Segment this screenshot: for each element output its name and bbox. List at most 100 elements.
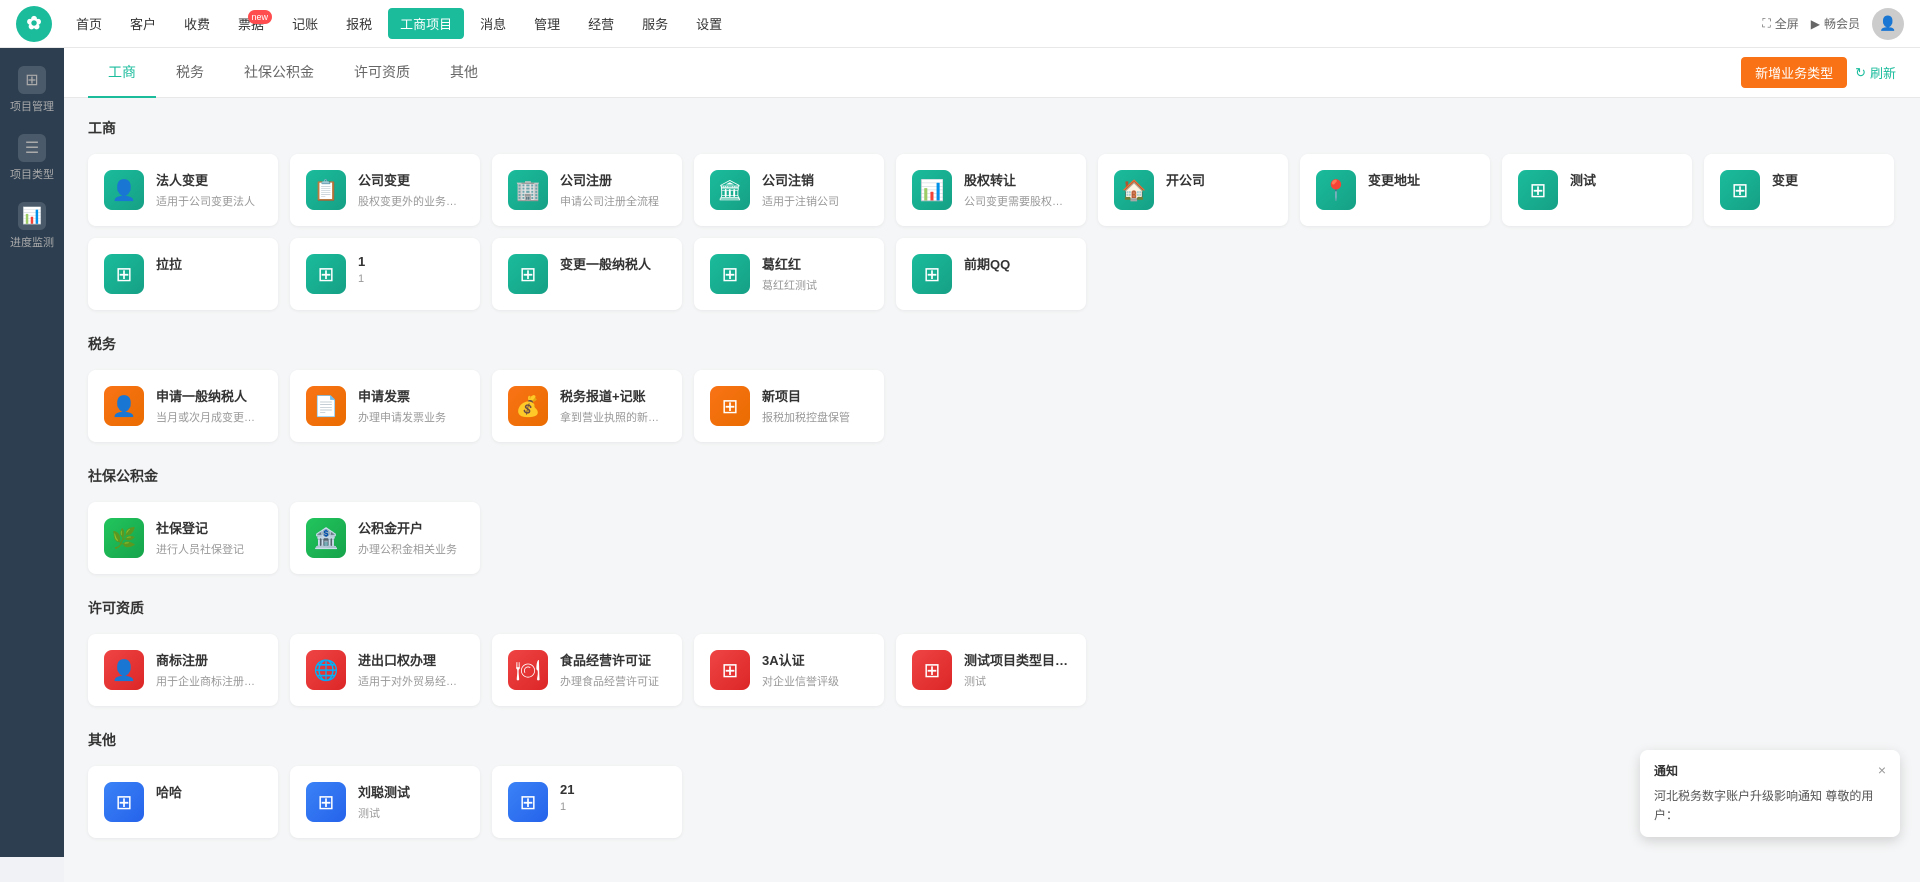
- card-测试项目类型目定义[interactable]: ⊞ 测试项目类型目定义 测试: [896, 634, 1086, 706]
- card-前期QQ[interactable]: ⊞ 前期QQ: [896, 238, 1086, 310]
- card-社保登记[interactable]: 🌿 社保登记 进行人员社保登记: [88, 502, 278, 574]
- cards-grid-shebao: 🌿 社保登记 进行人员社保登记 🏦 公积金开户 办理公积金相关业务: [88, 502, 1896, 574]
- card-desc: 用于企业商标注册服务: [156, 673, 262, 689]
- card-title: 商标注册: [156, 650, 262, 669]
- fullscreen-button[interactable]: ⛶ 全屏: [1762, 15, 1798, 32]
- card-申请发票[interactable]: 📄 申请发票 办理申请发票业务: [290, 370, 480, 442]
- card-1[interactable]: ⊞ 1 1: [290, 238, 480, 310]
- card-content: 商标注册 用于企业商标注册服务: [156, 650, 262, 689]
- card-content: 公积金开户 办理公积金相关业务: [358, 518, 464, 557]
- card-icon: 📋: [306, 170, 346, 210]
- section-title-qita: 其他: [88, 730, 1896, 750]
- nav-item-收费[interactable]: 收费: [172, 8, 222, 39]
- card-变更一般纳税人[interactable]: ⊞ 变更一般纳税人: [492, 238, 682, 310]
- card-申请一般纳税人[interactable]: 👤 申请一般纳税人 当月或次月成变更完成: [88, 370, 278, 442]
- new-type-button[interactable]: 新增业务类型: [1741, 57, 1847, 88]
- card-拉拉[interactable]: ⊞ 拉拉: [88, 238, 278, 310]
- card-content: 21 1: [560, 782, 666, 813]
- card-公司变更[interactable]: 📋 公司变更 股权变更外的业务变更: [290, 154, 480, 226]
- nav-item-记账[interactable]: 记账: [280, 8, 330, 39]
- card-desc: 测试: [358, 805, 464, 821]
- card-content: 前期QQ: [964, 254, 1070, 277]
- card-desc: 办理申请发票业务: [358, 409, 464, 425]
- nav-item-设置[interactable]: 设置: [684, 8, 734, 39]
- card-content: 1 1: [358, 254, 464, 285]
- card-icon: ⊞: [1720, 170, 1760, 210]
- card-进出口权办理[interactable]: 🌐 进出口权办理 适用于对外贸易经营者: [290, 634, 480, 706]
- sub-tab-其他[interactable]: 其他: [430, 48, 498, 98]
- card-content: 刘聪测试 测试: [358, 782, 464, 821]
- card-title: 葛红红: [762, 254, 868, 273]
- card-content: 拉拉: [156, 254, 262, 277]
- member-button[interactable]: ▶ 畅会员: [1811, 15, 1860, 32]
- card-新项目[interactable]: ⊞ 新项目 报税加税控盘保管: [694, 370, 884, 442]
- card-icon: 💰: [508, 386, 548, 426]
- card-title: 拉拉: [156, 254, 262, 273]
- nav-item-工商项目[interactable]: 工商项目: [388, 8, 464, 39]
- card-公司注销[interactable]: 🏛 公司注销 适用于注销公司: [694, 154, 884, 226]
- card-公积金开户[interactable]: 🏦 公积金开户 办理公积金相关业务: [290, 502, 480, 574]
- card-icon: 🌐: [306, 650, 346, 690]
- card-测试[interactable]: ⊞ 测试: [1502, 154, 1692, 226]
- card-title: 3A认证: [762, 650, 868, 669]
- sidebar-icon: 📊: [18, 202, 46, 230]
- sub-tab-工商[interactable]: 工商: [88, 48, 156, 98]
- nav-item-报税[interactable]: 报税: [334, 8, 384, 39]
- nav-item-管理[interactable]: 管理: [522, 8, 572, 39]
- card-商标注册[interactable]: 👤 商标注册 用于企业商标注册服务: [88, 634, 278, 706]
- card-哈哈[interactable]: ⊞ 哈哈: [88, 766, 278, 838]
- nav-item-客户[interactable]: 客户: [118, 8, 168, 39]
- sidebar-item-项目管理[interactable]: ⊞ 项目管理: [0, 56, 64, 124]
- sidebar-item-项目类型[interactable]: ☰ 项目类型: [0, 124, 64, 192]
- notification-close[interactable]: ×: [1878, 762, 1886, 778]
- card-desc: 当月或次月成变更完成: [156, 409, 262, 425]
- card-content: 新项目 报税加税控盘保管: [762, 386, 868, 425]
- card-21[interactable]: ⊞ 21 1: [492, 766, 682, 838]
- card-title: 变更: [1772, 170, 1878, 189]
- notification-popup: 通知 × 河北税务数字账户升级影响通知 尊敬的用户：: [1640, 750, 1900, 837]
- card-变更地址[interactable]: 📍 变更地址: [1300, 154, 1490, 226]
- card-content: 公司注册 申请公司注册全流程: [560, 170, 666, 209]
- card-税务报道+记账[interactable]: 💰 税务报道+记账 拿到营业执照的新公司: [492, 370, 682, 442]
- sidebar-item-进度监测[interactable]: 📊 进度监测: [0, 192, 64, 260]
- card-title: 股权转让: [964, 170, 1070, 189]
- card-法人变更[interactable]: 👤 法人变更 适用于公司变更法人: [88, 154, 278, 226]
- card-公司注册[interactable]: 🏢 公司注册 申请公司注册全流程: [492, 154, 682, 226]
- card-icon: 🌿: [104, 518, 144, 558]
- nav-item-服务[interactable]: 服务: [630, 8, 680, 39]
- card-icon: 🏦: [306, 518, 346, 558]
- sidebar-icon: ☰: [18, 134, 46, 162]
- card-title: 1: [358, 254, 464, 269]
- card-icon: ⊞: [306, 254, 346, 294]
- nav-item-首页[interactable]: 首页: [64, 8, 114, 39]
- nav-item-消息[interactable]: 消息: [468, 8, 518, 39]
- card-desc: 拿到营业执照的新公司: [560, 409, 666, 425]
- card-desc: 进行人员社保登记: [156, 541, 262, 557]
- sub-tab-社保公积金[interactable]: 社保公积金: [224, 48, 334, 98]
- card-icon: ⊞: [710, 254, 750, 294]
- card-title: 测试项目类型目定义: [964, 650, 1070, 669]
- card-开公司[interactable]: 🏠 开公司: [1098, 154, 1288, 226]
- sub-tab-许可资质[interactable]: 许可资质: [334, 48, 430, 98]
- card-变更[interactable]: ⊞ 变更: [1704, 154, 1894, 226]
- card-icon: 👤: [104, 386, 144, 426]
- card-葛红红[interactable]: ⊞ 葛红红 葛红红测试: [694, 238, 884, 310]
- nav-item-票据[interactable]: 票据new: [226, 8, 276, 39]
- sub-tab-税务[interactable]: 税务: [156, 48, 224, 98]
- card-icon: 🏠: [1114, 170, 1154, 210]
- card-content: 公司注销 适用于注销公司: [762, 170, 868, 209]
- card-刘聪测试[interactable]: ⊞ 刘聪测试 测试: [290, 766, 480, 838]
- nav-item-经营[interactable]: 经营: [576, 8, 626, 39]
- card-3A认证[interactable]: ⊞ 3A认证 对企业信誉评级: [694, 634, 884, 706]
- avatar[interactable]: 👤: [1872, 8, 1904, 40]
- card-食品经营许可证[interactable]: 🍽 食品经营许可证 办理食品经营许可证: [492, 634, 682, 706]
- section-gongshang: 工商 👤 法人变更 适用于公司变更法人 📋 公司变更 股权变更外的业务变更 🏢 …: [88, 118, 1896, 310]
- card-icon: 👤: [104, 650, 144, 690]
- refresh-button[interactable]: ↻ 刷新: [1855, 63, 1896, 82]
- notification-header: 通知 ×: [1654, 762, 1886, 779]
- card-股权转让[interactable]: 📊 股权转让 公司变更需要股权转让: [896, 154, 1086, 226]
- card-title: 公司变更: [358, 170, 464, 189]
- card-content: 开公司: [1166, 170, 1272, 193]
- notification-text: 河北税务数字账户升级影响通知 尊敬的用户：: [1654, 787, 1886, 825]
- card-title: 社保登记: [156, 518, 262, 537]
